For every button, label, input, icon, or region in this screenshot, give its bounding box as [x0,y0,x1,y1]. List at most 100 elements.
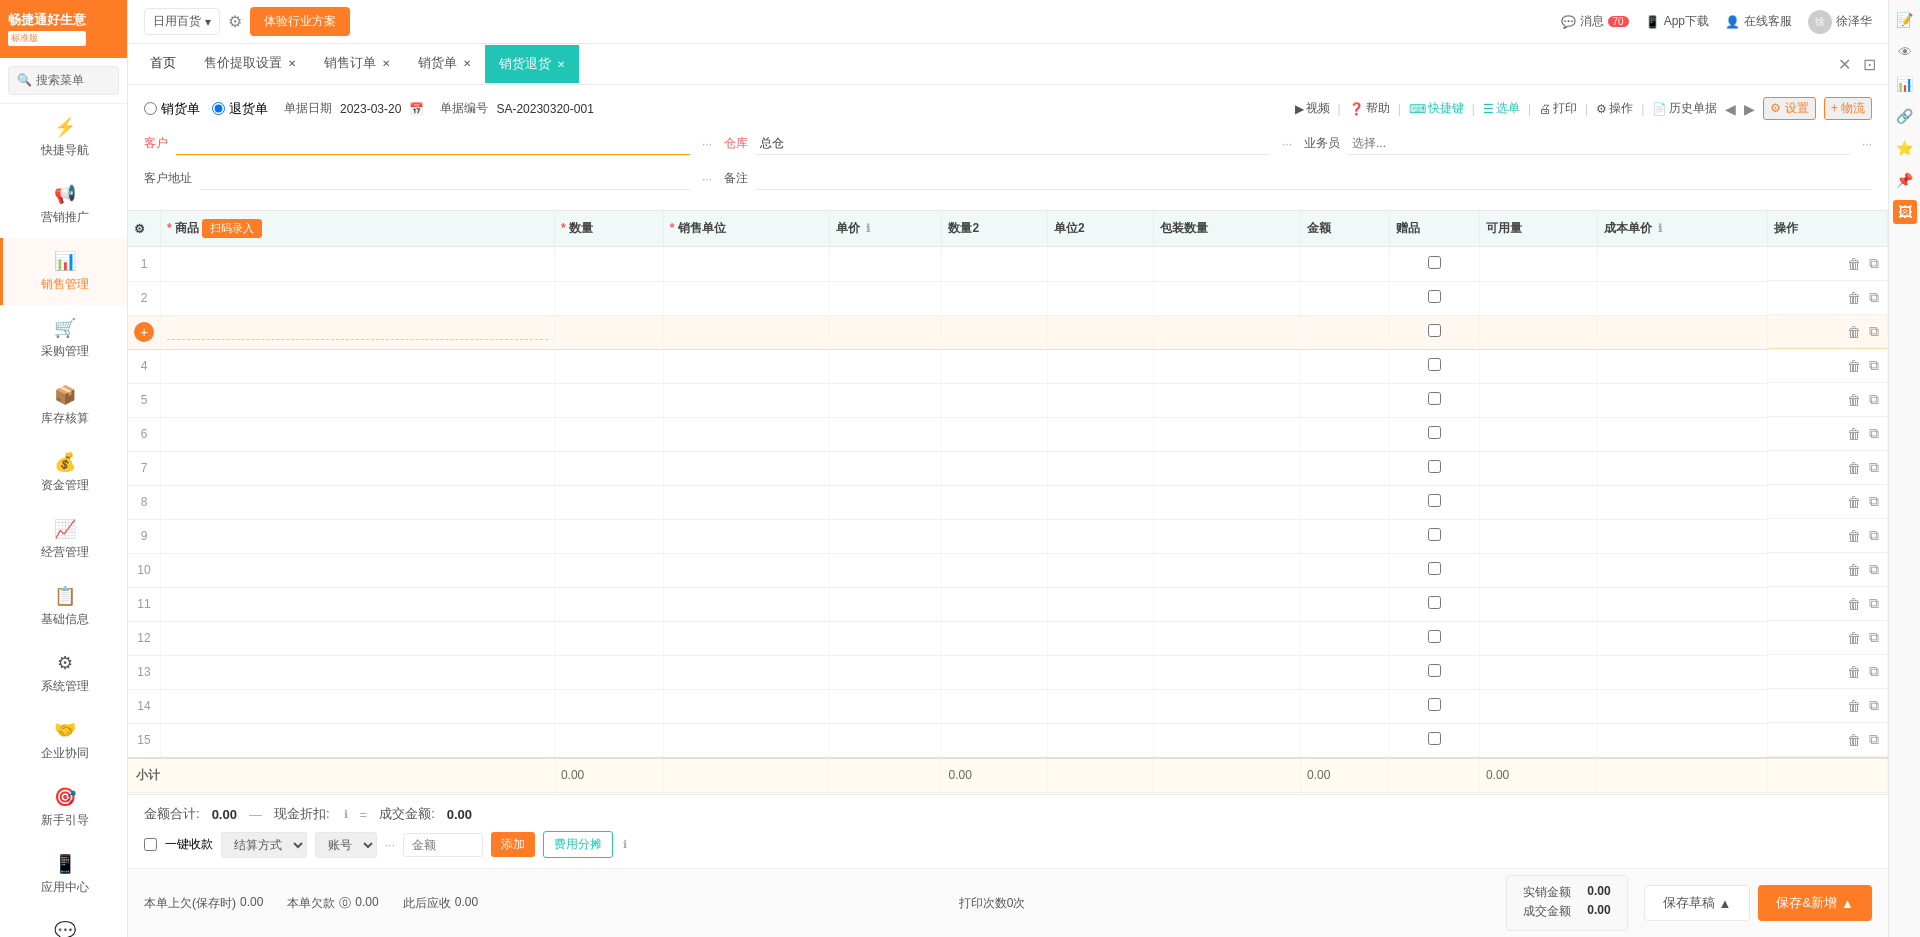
delete-row-button[interactable]: 🗑 [1845,355,1863,376]
unit-price-cell[interactable] [830,485,942,519]
available-cell[interactable] [1479,655,1597,689]
right-btn-star[interactable]: ⭐ [1893,136,1917,160]
calendar-icon[interactable]: 📅 [409,102,424,116]
gift-cell[interactable] [1390,383,1479,417]
delete-row-button[interactable]: 🗑 [1845,423,1863,444]
delete-row-button[interactable]: 🗑 [1845,253,1863,274]
cost-price-cell[interactable] [1598,587,1768,621]
add-button[interactable]: 添加 [491,832,535,857]
tab-sales-return[interactable]: 销货退货 ✕ [485,45,579,83]
scan-button[interactable]: 扫码录入 [202,219,262,238]
tab-price-setup-close[interactable]: ✕ [288,58,296,69]
copy-row-button[interactable]: ⧉ [1867,491,1881,512]
address-input[interactable] [200,167,690,190]
copy-row-button[interactable]: ⧉ [1867,525,1881,546]
available-cell[interactable] [1479,281,1597,315]
quantity-cell[interactable] [554,655,663,689]
delete-row-button[interactable]: 🗑 [1845,593,1863,614]
note-input[interactable] [756,167,1872,190]
sidebar-item-purchase[interactable]: 🛒 采购管理 [0,305,127,372]
quantity2-cell[interactable] [942,519,1048,553]
pack-qty-cell[interactable] [1153,349,1300,383]
sidebar-item-operations[interactable]: 📈 经营管理 [0,506,127,573]
gift-cell[interactable] [1390,689,1479,723]
cost-price-cell[interactable] [1598,383,1768,417]
gift-checkbox[interactable] [1428,562,1441,575]
available-cell[interactable] [1479,587,1597,621]
pack-qty-cell[interactable] [1153,417,1300,451]
unit2-cell[interactable] [1048,349,1154,383]
cost-price-cell[interactable] [1598,451,1768,485]
radio-return-input[interactable] [212,102,225,115]
customer-select-icon[interactable]: ··· [702,137,712,151]
available-cell[interactable] [1479,553,1597,587]
form-settings-button[interactable]: ⚙ 设置 [1763,97,1815,120]
unit-price-cell[interactable] [830,621,942,655]
amount-cell[interactable] [1301,417,1390,451]
unit-price-cell[interactable] [830,689,942,723]
right-btn-notes[interactable]: 📝 [1893,8,1917,32]
gift-checkbox[interactable] [1428,732,1441,745]
sidebar-item-system[interactable]: ⚙ 系统管理 [0,640,127,707]
amount-cell[interactable] [1301,587,1390,621]
tab-price-setup[interactable]: 售价提取设置 ✕ [190,44,310,84]
quantity2-cell[interactable] [942,349,1048,383]
account-select[interactable]: 账号 [315,832,377,858]
sales-unit-cell[interactable] [663,553,830,587]
tab-sales-order-close[interactable]: ✕ [382,58,390,69]
pack-qty-cell[interactable] [1153,553,1300,587]
pack-qty-cell[interactable] [1153,587,1300,621]
copy-row-button[interactable]: ⧉ [1867,253,1881,274]
gift-checkbox[interactable] [1428,256,1441,269]
tab-sales-delivery-close[interactable]: ✕ [463,58,471,69]
pack-qty-cell[interactable] [1153,281,1300,315]
sales-unit-cell[interactable] [663,315,830,349]
gift-checkbox[interactable] [1428,664,1441,677]
available-cell[interactable] [1479,621,1597,655]
available-cell[interactable] [1479,247,1597,282]
delete-row-button[interactable]: 🗑 [1845,525,1863,546]
delete-row-button[interactable]: 🗑 [1845,457,1863,478]
select-action[interactable]: ☰ 选单 [1483,100,1520,117]
right-btn-image[interactable]: 🖼 [1893,200,1917,224]
messages-button[interactable]: 💬 消息 70 [1561,13,1629,30]
sidebar-item-app-center[interactable]: 📱 应用中心 [0,841,127,908]
gift-checkbox[interactable] [1428,698,1441,711]
industry-selector[interactable]: 日用百货 ▾ [144,8,220,35]
product-cell[interactable] [161,553,555,587]
sidebar-item-quick-nav[interactable]: ⚡ 快捷导航 [0,104,127,171]
one-click-payment-checkbox[interactable] [144,838,157,851]
quantity-cell[interactable] [554,723,663,758]
unit2-cell[interactable] [1048,417,1154,451]
right-btn-pin[interactable]: 📌 [1893,168,1917,192]
sidebar-item-marketing[interactable]: 📢 营销推广 [0,171,127,238]
amount-cell[interactable] [1301,655,1390,689]
gift-checkbox[interactable] [1428,494,1441,507]
gift-cell[interactable] [1390,451,1479,485]
delete-row-button[interactable]: 🗑 [1845,491,1863,512]
product-cell[interactable] [161,587,555,621]
sales-unit-cell[interactable] [663,451,830,485]
available-cell[interactable] [1479,485,1597,519]
tab-sales-delivery[interactable]: 销货单 ✕ [404,44,485,84]
gift-cell[interactable] [1390,587,1479,621]
cost-price-cell[interactable] [1598,723,1768,758]
fee-split-info-icon[interactable]: ℹ [623,838,627,851]
pack-qty-cell[interactable] [1153,315,1300,349]
quantity2-cell[interactable] [942,315,1048,349]
amount-cell[interactable] [1301,519,1390,553]
tab-maximize-button[interactable]: ⊡ [1859,51,1880,78]
quantity-cell[interactable] [554,315,663,349]
unit-price-cell[interactable] [830,383,942,417]
pack-qty-cell[interactable] [1153,689,1300,723]
experience-plan-button[interactable]: 体验行业方案 [250,7,350,36]
pack-qty-cell[interactable] [1153,383,1300,417]
product-cell[interactable] [161,451,555,485]
amount-cell[interactable] [1301,281,1390,315]
copy-row-button[interactable]: ⧉ [1867,627,1881,648]
unit2-cell[interactable] [1048,315,1154,349]
print-action[interactable]: 🖨 打印 [1539,100,1577,117]
gift-cell[interactable] [1390,655,1479,689]
quantity-cell[interactable] [554,383,663,417]
app-download-button[interactable]: 📱 App下载 [1645,13,1709,30]
